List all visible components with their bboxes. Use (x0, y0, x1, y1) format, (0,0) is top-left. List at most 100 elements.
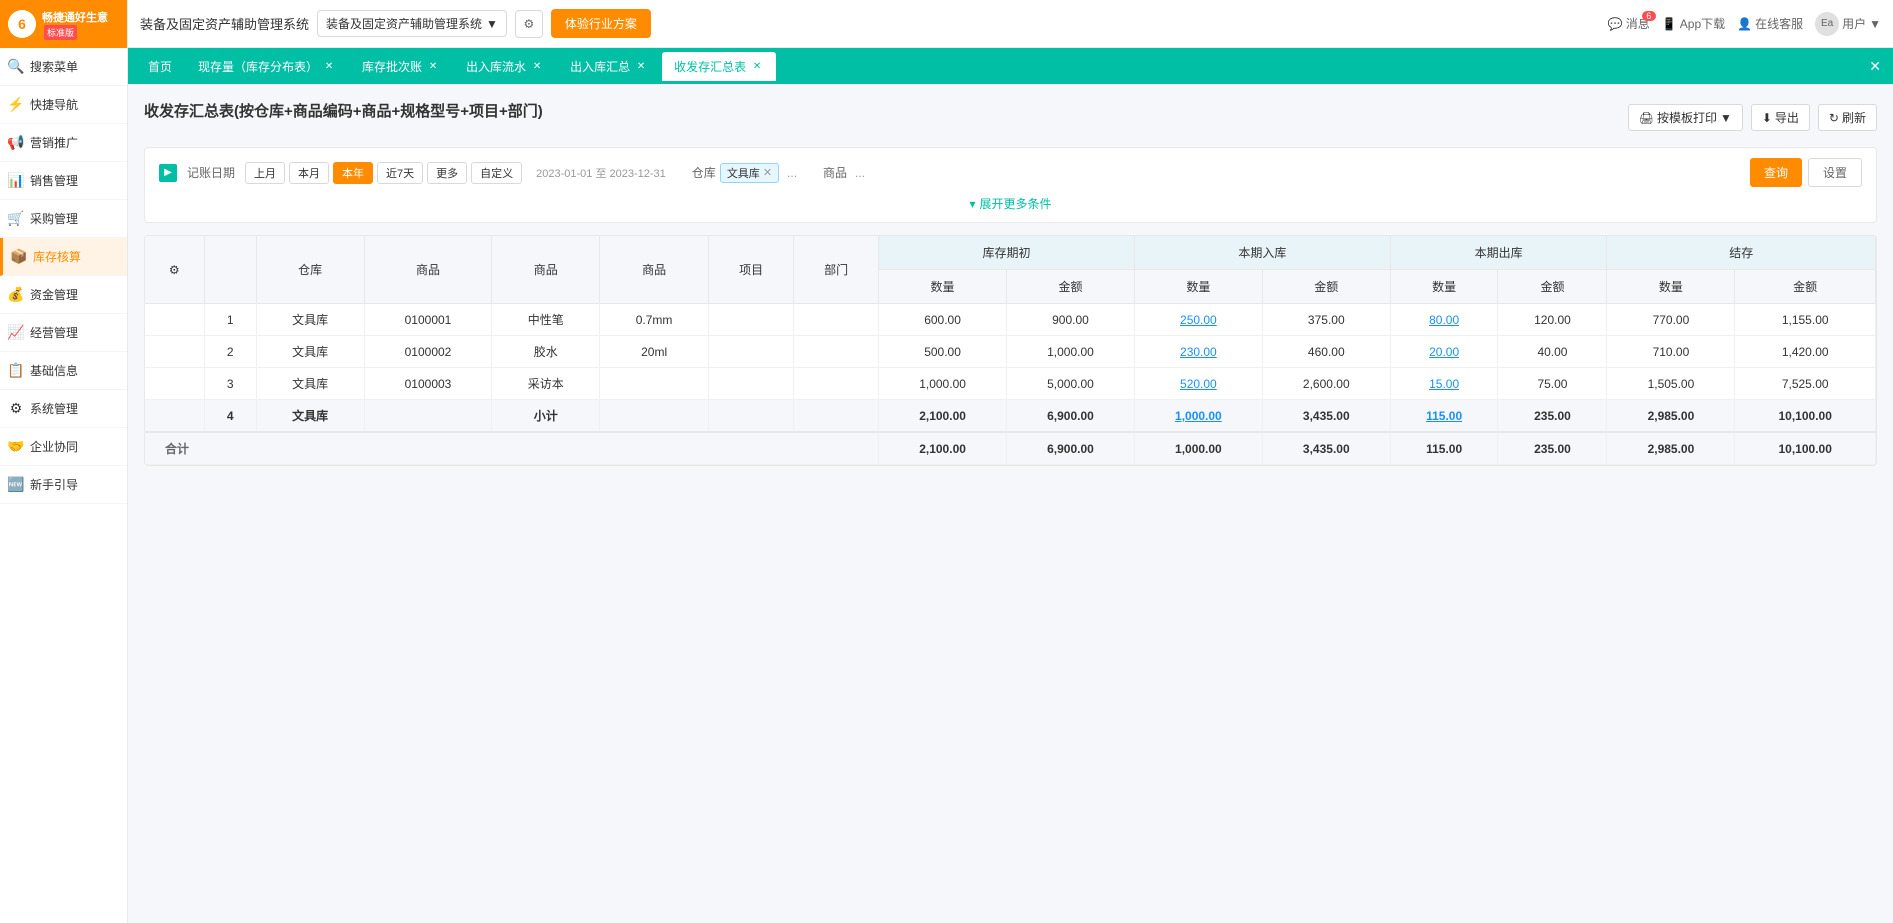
cell-spec-2 (600, 368, 709, 400)
tab-label-0: 首页 (148, 58, 172, 75)
sidebar-item-8[interactable]: 📋 基础信息 (0, 352, 127, 390)
tab-label-1: 现存量（库存分布表） (198, 58, 318, 75)
filter-toggle-arrow[interactable]: ▶ (159, 164, 177, 182)
sidebar-icon-10: 🤝 (8, 439, 24, 455)
messages-button[interactable]: 💬 消息 6 (1608, 15, 1650, 32)
sidebar-item-5[interactable]: 📦 库存核算 (0, 238, 127, 276)
sidebar-item-10[interactable]: 🤝 企业协同 (0, 428, 127, 466)
cell-in-qty-2: 520.00 (1134, 368, 1262, 400)
cell-project-1 (709, 336, 794, 368)
sidebar-label-4: 采购管理 (30, 210, 78, 227)
product-more[interactable]: ... (855, 166, 865, 180)
sidebar-icon-11: 🆕 (8, 477, 24, 493)
sidebar-item-4[interactable]: 🛒 采购管理 (0, 200, 127, 238)
cell-open-qty-2: 1,000.00 (879, 368, 1007, 400)
cell-seq-0: 1 (204, 304, 256, 336)
warehouse-tag-close[interactable]: ✕ (763, 166, 772, 179)
close-all-tabs-button[interactable]: ✕ (1865, 54, 1885, 79)
cell-spec-3 (600, 400, 709, 433)
cell-spec-1: 20ml (600, 336, 709, 368)
cell-seq-3: 4 (204, 400, 256, 433)
sidebar-item-0[interactable]: 🔍 搜索菜单 (0, 48, 127, 86)
col-open-qty-header: 数量 (879, 270, 1007, 304)
col-open-amt-header: 金额 (1007, 270, 1135, 304)
cell-name-3: 小计 (492, 400, 600, 433)
date-btn-last-month[interactable]: 上月 (245, 162, 285, 184)
tab-4[interactable]: 出入库汇总✕ (558, 52, 660, 81)
tab-5[interactable]: 收发存汇总表✕ (662, 52, 776, 81)
logo-icon: 6 (8, 10, 36, 38)
col-seq-header (204, 236, 256, 304)
warehouse-filter: 仓库 文具库 ✕ ... (692, 163, 797, 183)
cell-in-amt-3: 3,435.00 (1262, 400, 1390, 433)
out-qty-link-2[interactable]: 15.00 (1429, 377, 1459, 391)
sidebar-item-6[interactable]: 💰 资金管理 (0, 276, 127, 314)
query-button[interactable]: 查询 (1750, 158, 1802, 187)
warehouse-more[interactable]: ... (787, 166, 797, 180)
tab-close-1[interactable]: ✕ (322, 59, 336, 73)
tabs-list: 首页现存量（库存分布表）✕库存批次账✕出入库流水✕出入库汇总✕收发存汇总表✕ (136, 52, 1863, 81)
sidebar-item-3[interactable]: 📊 销售管理 (0, 162, 127, 200)
sidebar-item-7[interactable]: 📈 经营管理 (0, 314, 127, 352)
sidebar-icon-5: 📦 (11, 249, 27, 265)
tab-close-3[interactable]: ✕ (530, 59, 544, 73)
cell-bal-amt-1: 1,420.00 (1735, 336, 1876, 368)
online-service-button[interactable]: 👤 在线客服 (1737, 15, 1803, 32)
logo-text: 畅捷通好生意 标准版 (42, 9, 108, 40)
user-menu[interactable]: Ea 用户 ▼ (1815, 12, 1881, 36)
col-code-header: 商品 (364, 236, 492, 304)
tab-2[interactable]: 库存批次账✕ (350, 52, 452, 81)
refresh-button[interactable]: ↻ 刷新 (1818, 104, 1877, 131)
settings-icon[interactable]: ⚙ (515, 10, 543, 38)
tab-close-4[interactable]: ✕ (634, 59, 648, 73)
export-button[interactable]: ⬇ 导出 (1751, 104, 1810, 131)
sidebar-label-8: 基础信息 (30, 362, 78, 379)
cell-name-0: 中性笔 (492, 304, 600, 336)
col-open-header: 库存期初 (879, 236, 1135, 270)
print-chevron-icon: ▼ (1720, 111, 1732, 125)
sidebar-item-11[interactable]: 🆕 新手引导 (0, 466, 127, 504)
table-row: 2 文具库 0100002 胶水 20ml 500.00 1,000.00 23… (145, 336, 1876, 368)
trial-button[interactable]: 体验行业方案 (551, 9, 651, 38)
cell-out-qty-3: 115.00 (1390, 400, 1498, 433)
in-qty-link-3[interactable]: 1,000.00 (1175, 409, 1222, 423)
in-qty-link-1[interactable]: 230.00 (1180, 345, 1217, 359)
col-dept-header: 部门 (794, 236, 879, 304)
in-qty-link-2[interactable]: 520.00 (1180, 377, 1217, 391)
warehouse-tag: 文具库 ✕ (720, 163, 779, 183)
col-settings-header[interactable]: ⚙ (145, 236, 204, 304)
app-download-button[interactable]: 📱 App下载 (1662, 15, 1725, 32)
tab-0[interactable]: 首页 (136, 52, 184, 81)
in-qty-link-0[interactable]: 250.00 (1180, 313, 1217, 327)
out-qty-link-0[interactable]: 80.00 (1429, 313, 1459, 327)
tab-close-2[interactable]: ✕ (426, 59, 440, 73)
out-qty-link-1[interactable]: 20.00 (1429, 345, 1459, 359)
print-button[interactable]: 🖨 按模板打印 ▼ (1628, 104, 1743, 131)
cell-code-0: 0100001 (364, 304, 492, 336)
tab-3[interactable]: 出入库流水✕ (454, 52, 556, 81)
date-btn-7days[interactable]: 近7天 (377, 162, 423, 184)
date-btn-this-month[interactable]: 本月 (289, 162, 329, 184)
col-bal-header: 结存 (1607, 236, 1876, 270)
tab-close-5[interactable]: ✕ (750, 59, 764, 73)
filter-settings-button[interactable]: 设置 (1808, 158, 1862, 187)
cell-in-amt-0: 375.00 (1262, 304, 1390, 336)
col-spec-header: 商品 (600, 236, 709, 304)
sidebar-item-2[interactable]: 📢 营销推广 (0, 124, 127, 162)
out-qty-link-3[interactable]: 115.00 (1426, 409, 1462, 423)
date-btn-custom[interactable]: 自定义 (471, 162, 522, 184)
sidebar-label-6: 资金管理 (30, 286, 78, 303)
footer-open-qty: 2,100.00 (879, 432, 1007, 465)
date-btn-more[interactable]: 更多 (427, 162, 467, 184)
sidebar-item-9[interactable]: ⚙ 系统管理 (0, 390, 127, 428)
system-dropdown[interactable]: 装备及固定资产辅助管理系统 ▼ (317, 10, 507, 37)
footer-out-qty: 115.00 (1390, 432, 1498, 465)
sidebar-item-1[interactable]: ⚡ 快捷导航 (0, 86, 127, 124)
sidebar-icon-6: 💰 (8, 287, 24, 303)
date-btn-this-year[interactable]: 本年 (333, 162, 373, 184)
sidebar-icon-1: ⚡ (8, 97, 24, 113)
tab-1[interactable]: 现存量（库存分布表） ✕ (186, 52, 348, 81)
expand-more-conditions[interactable]: ▾ 展开更多条件 (159, 195, 1862, 212)
sidebar-label-2: 营销推广 (30, 134, 78, 151)
cell-project-2 (709, 368, 794, 400)
